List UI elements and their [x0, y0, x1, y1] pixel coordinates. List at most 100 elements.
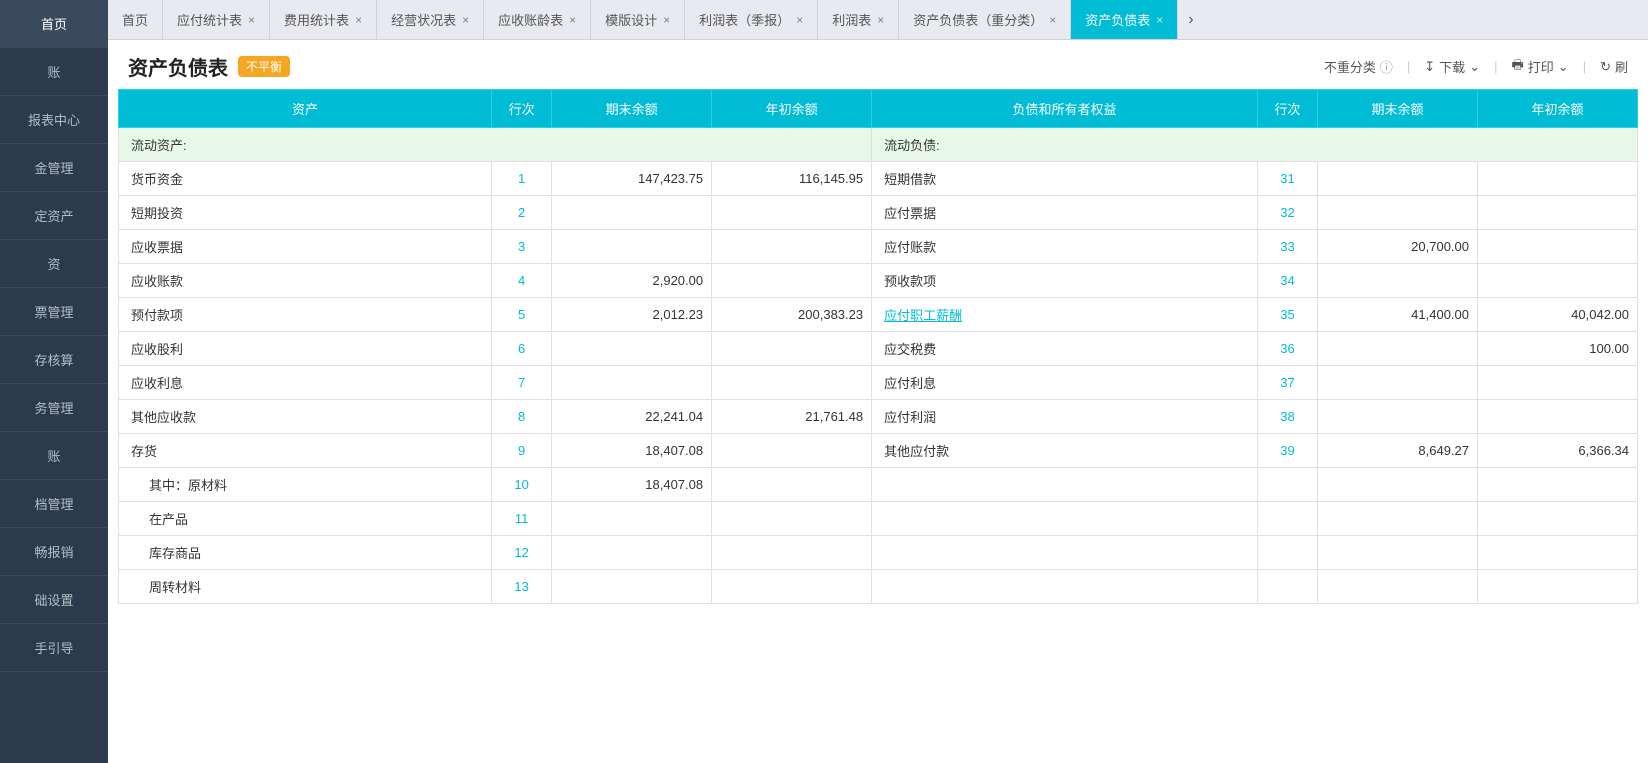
sidebar-assets[interactable]: 定资产 — [0, 192, 108, 240]
right-row-num: 33 — [1258, 230, 1318, 264]
tab-close-template-design[interactable]: × — [663, 13, 670, 27]
refresh-label: 刷 — [1615, 57, 1628, 76]
right-year-start — [1478, 366, 1638, 400]
right-period-end: 20,700.00 — [1318, 230, 1478, 264]
sidebar-tickets[interactable]: 票管理 — [0, 288, 108, 336]
sidebar-account[interactable]: 账 — [0, 48, 108, 96]
tab-more-button[interactable]: › — [1178, 0, 1203, 40]
tab-close-receivable-aging[interactable]: × — [569, 13, 576, 27]
right-item-name[interactable]: 应付职工薪酬 — [872, 298, 1258, 332]
left-item-name[interactable]: 应收票据 — [119, 230, 492, 264]
right-item-name[interactable]: 其他应付款 — [872, 434, 1258, 468]
left-year-start: 116,145.95 — [712, 162, 872, 196]
sidebar-reports[interactable]: 报表中心 — [0, 96, 108, 144]
page-actions: 不重分类 ⓘ | ↧ 下载 ⌄ | 🖶 打印 ⌄ | ↻ 刷 — [1324, 56, 1628, 78]
tab-close-business-status[interactable]: × — [462, 13, 469, 27]
print-action[interactable]: 🖶 打印 ⌄ — [1511, 56, 1568, 78]
left-period-end — [552, 570, 712, 604]
col-period-end2: 期末余额 — [1318, 90, 1478, 128]
sidebar-ledger[interactable]: 账 — [0, 432, 108, 480]
tab-business-status[interactable]: 经营状况表× — [377, 0, 484, 40]
refresh-action[interactable]: ↻ 刷 — [1600, 57, 1628, 76]
right-period-end: 41,400.00 — [1318, 298, 1478, 332]
content-area: 资产负债表 不平衡 不重分类 ⓘ | ↧ 下载 ⌄ | 🖶 打印 ⌄ — [108, 40, 1648, 763]
right-item-name[interactable]: 应付利润 — [872, 400, 1258, 434]
tab-template-design[interactable]: 模版设计× — [591, 0, 685, 40]
sidebar-home[interactable]: 首页 — [0, 0, 108, 48]
tab-receivable-aging[interactable]: 应收账龄表× — [484, 0, 591, 40]
tab-profit[interactable]: 利润表× — [818, 0, 899, 40]
download-action[interactable]: ↧ 下载 ⌄ — [1424, 57, 1480, 76]
left-item-name[interactable]: 应收股利 — [119, 332, 492, 366]
tab-close-profit-quarterly[interactable]: × — [796, 13, 803, 27]
page-title: 资产负债表 — [128, 52, 228, 81]
col-row-num2: 行次 — [1258, 90, 1318, 128]
right-item-name — [872, 502, 1258, 536]
left-year-start — [712, 366, 872, 400]
left-row-num: 8 — [492, 400, 552, 434]
tab-balance[interactable]: 资产负债表× — [1071, 0, 1178, 40]
page-header: 资产负债表 不平衡 不重分类 ⓘ | ↧ 下载 ⌄ | 🖶 打印 ⌄ — [108, 40, 1648, 89]
left-item-name[interactable]: 预付款项 — [119, 298, 492, 332]
sidebar-finance[interactable]: 金管理 — [0, 144, 108, 192]
tab-profit-quarterly[interactable]: 利润表（季报）× — [685, 0, 818, 40]
tab-close-expense-stats[interactable]: × — [355, 13, 362, 27]
left-row-num: 12 — [492, 536, 552, 570]
left-row-num: 5 — [492, 298, 552, 332]
left-period-end: 18,407.08 — [552, 434, 712, 468]
left-year-start — [712, 502, 872, 536]
right-item-name[interactable]: 应交税费 — [872, 332, 1258, 366]
unbalanced-badge: 不平衡 — [238, 56, 290, 77]
right-item-name — [872, 468, 1258, 502]
left-item-name: 其中：原材料 — [119, 468, 492, 502]
left-item-name[interactable]: 其他应收款 — [119, 400, 492, 434]
tab-balance-reclassified[interactable]: 资产负债表（重分类）× — [899, 0, 1071, 40]
left-item-name[interactable]: 应收账款 — [119, 264, 492, 298]
right-item-name[interactable]: 预收款项 — [872, 264, 1258, 298]
left-row-num: 1 — [492, 162, 552, 196]
sidebar-capital[interactable]: 资 — [0, 240, 108, 288]
left-year-start — [712, 468, 872, 502]
tab-close-balance[interactable]: × — [1156, 13, 1163, 27]
tab-payable-stats[interactable]: 应付统计表× — [163, 0, 270, 40]
right-item-name[interactable]: 应付票据 — [872, 196, 1258, 230]
page-title-area: 资产负债表 不平衡 — [128, 52, 290, 81]
tab-home[interactable]: 首页 — [108, 0, 163, 40]
section-right-label: 流动负债: — [872, 128, 1638, 162]
tab-expense-stats[interactable]: 费用统计表× — [270, 0, 377, 40]
download-icon: ↧ — [1424, 59, 1435, 75]
no-reclassify-action[interactable]: 不重分类 ⓘ — [1324, 57, 1393, 76]
left-item-name[interactable]: 短期投资 — [119, 196, 492, 230]
tab-close-payable-stats[interactable]: × — [248, 13, 255, 27]
tab-close-balance-reclassified[interactable]: × — [1049, 13, 1056, 27]
sidebar-expense[interactable]: 畅报销 — [0, 528, 108, 576]
left-period-end: 2,920.00 — [552, 264, 712, 298]
left-period-end — [552, 502, 712, 536]
right-year-start — [1478, 162, 1638, 196]
left-row-num: 3 — [492, 230, 552, 264]
right-row-num: 38 — [1258, 400, 1318, 434]
right-period-end — [1318, 332, 1478, 366]
right-period-end — [1318, 162, 1478, 196]
right-item-name[interactable]: 应付利息 — [872, 366, 1258, 400]
tab-close-profit[interactable]: × — [877, 13, 884, 27]
right-row-num — [1258, 502, 1318, 536]
right-row-num: 37 — [1258, 366, 1318, 400]
right-item-name[interactable]: 应付账款 — [872, 230, 1258, 264]
right-period-end — [1318, 570, 1478, 604]
sidebar-guide[interactable]: 手引导 — [0, 624, 108, 672]
left-row-num: 7 — [492, 366, 552, 400]
left-item-name[interactable]: 货币资金 — [119, 162, 492, 196]
left-item-name: 周转材料 — [119, 570, 492, 604]
left-item-name[interactable]: 应收利息 — [119, 366, 492, 400]
left-year-start — [712, 434, 872, 468]
sidebar-settings[interactable]: 础设置 — [0, 576, 108, 624]
right-year-start — [1478, 536, 1638, 570]
left-item-name[interactable]: 存货 — [119, 434, 492, 468]
right-item-name[interactable]: 短期借款 — [872, 162, 1258, 196]
sidebar-tax[interactable]: 务管理 — [0, 384, 108, 432]
sidebar-inventory[interactable]: 存核算 — [0, 336, 108, 384]
right-year-start — [1478, 196, 1638, 230]
sidebar-archive[interactable]: 档管理 — [0, 480, 108, 528]
print-icon: 🖶 — [1511, 56, 1523, 78]
